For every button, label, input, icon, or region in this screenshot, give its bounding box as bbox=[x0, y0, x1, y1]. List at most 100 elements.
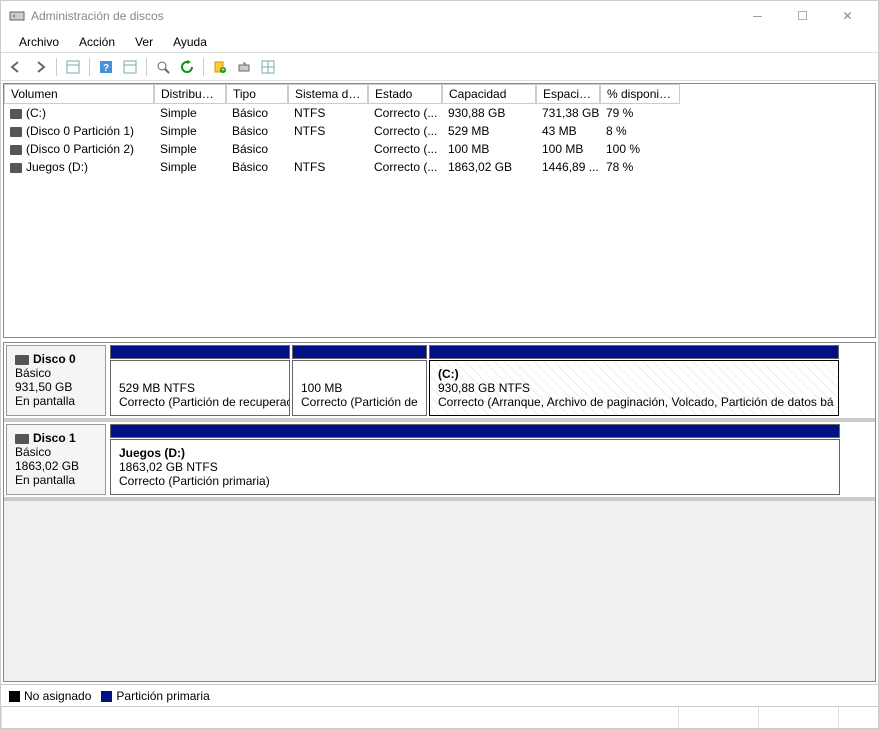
partition-title: (C:) bbox=[438, 367, 830, 381]
app-icon bbox=[9, 8, 25, 24]
volume-capacity: 930,88 GB bbox=[442, 105, 536, 121]
col-volume[interactable]: Volumen bbox=[4, 84, 154, 104]
volume-layout: Simple bbox=[154, 159, 226, 175]
volume-type: Básico bbox=[226, 159, 288, 175]
volume-icon bbox=[10, 127, 22, 137]
volume-list[interactable]: Volumen Distribución Tipo Sistema de ...… bbox=[3, 83, 876, 338]
volume-name: (Disco 0 Partición 1) bbox=[26, 124, 134, 138]
partition-header-stripe bbox=[292, 345, 427, 359]
partition-box[interactable]: Juegos (D:)1863,02 GB NTFSCorrecto (Part… bbox=[110, 439, 840, 495]
back-button[interactable] bbox=[5, 56, 27, 78]
menu-action[interactable]: Acción bbox=[69, 33, 125, 51]
menu-view[interactable]: Ver bbox=[125, 33, 163, 51]
disk-size: 1863,02 GB bbox=[15, 459, 97, 473]
new-button[interactable]: + bbox=[209, 56, 231, 78]
close-button[interactable]: ✕ bbox=[825, 1, 870, 31]
partition-box[interactable]: (C:)930,88 GB NTFSCorrecto (Arranque, Ar… bbox=[429, 360, 839, 416]
maximize-button[interactable]: ☐ bbox=[780, 1, 825, 31]
volume-capacity: 100 MB bbox=[442, 141, 536, 157]
partition-box[interactable]: 100 MBCorrecto (Partición de bbox=[292, 360, 427, 416]
disk-name: Disco 1 bbox=[33, 431, 76, 445]
window-title: Administración de discos bbox=[31, 9, 735, 23]
disk-size: 931,50 GB bbox=[15, 380, 97, 394]
volume-layout: Simple bbox=[154, 123, 226, 139]
legend-unallocated: No asignado bbox=[24, 689, 91, 703]
volume-status: Correcto (... bbox=[368, 105, 442, 121]
col-capacity[interactable]: Capacidad bbox=[442, 84, 536, 104]
menu-file[interactable]: Archivo bbox=[9, 33, 69, 51]
view-button-1[interactable] bbox=[62, 56, 84, 78]
volume-row[interactable]: (Disco 0 Partición 2)SimpleBásicoCorrect… bbox=[4, 140, 875, 158]
partition-status: Correcto (Arranque, Archivo de paginació… bbox=[438, 395, 830, 409]
volume-status: Correcto (... bbox=[368, 123, 442, 139]
volume-type: Básico bbox=[226, 123, 288, 139]
legend-swatch-primary bbox=[101, 691, 112, 702]
disk-partitions: 529 MB NTFSCorrecto (Partición de recupe… bbox=[108, 343, 875, 418]
col-free[interactable]: Espacio ... bbox=[536, 84, 600, 104]
volume-row[interactable]: Juegos (D:)SimpleBásicoNTFSCorrecto (...… bbox=[4, 158, 875, 176]
volume-fs: NTFS bbox=[288, 123, 368, 139]
disk-management-window: Administración de discos ─ ☐ ✕ Archivo A… bbox=[0, 0, 879, 729]
col-layout[interactable]: Distribución bbox=[154, 84, 226, 104]
volume-icon bbox=[10, 145, 22, 155]
volume-name: Juegos (D:) bbox=[26, 160, 88, 174]
volume-capacity: 529 MB bbox=[442, 123, 536, 139]
disk-row: Disco 1Básico1863,02 GBEn pantallaJuegos… bbox=[4, 422, 875, 501]
volume-fs bbox=[288, 141, 368, 157]
volume-list-header: Volumen Distribución Tipo Sistema de ...… bbox=[4, 84, 875, 104]
volume-pct: 100 % bbox=[600, 141, 680, 157]
disk-icon bbox=[15, 355, 29, 365]
titlebar: Administración de discos ─ ☐ ✕ bbox=[1, 1, 878, 31]
partition-size: 100 MB bbox=[301, 381, 418, 395]
svg-text:?: ? bbox=[103, 63, 109, 74]
volume-type: Básico bbox=[226, 105, 288, 121]
disk-type: Básico bbox=[15, 445, 97, 459]
properties-button[interactable] bbox=[257, 56, 279, 78]
volume-free: 731,38 GB bbox=[536, 105, 600, 121]
volume-icon bbox=[10, 163, 22, 173]
partition-header-stripe bbox=[110, 345, 290, 359]
menu-help[interactable]: Ayuda bbox=[163, 33, 217, 51]
search-button[interactable] bbox=[152, 56, 174, 78]
volume-name: (Disco 0 Partición 2) bbox=[26, 142, 134, 156]
minimize-button[interactable]: ─ bbox=[735, 1, 780, 31]
help-button[interactable]: ? bbox=[95, 56, 117, 78]
volume-free: 43 MB bbox=[536, 123, 600, 139]
rescan-button[interactable] bbox=[233, 56, 255, 78]
col-status[interactable]: Estado bbox=[368, 84, 442, 104]
col-pctfree[interactable]: % disponible bbox=[600, 84, 680, 104]
toolbar: ? + bbox=[1, 53, 878, 81]
partition-box[interactable]: 529 MB NTFSCorrecto (Partición de recupe… bbox=[110, 360, 290, 416]
volume-layout: Simple bbox=[154, 141, 226, 157]
disk-info[interactable]: Disco 0Básico931,50 GBEn pantalla bbox=[6, 345, 106, 416]
volume-row[interactable]: (C:)SimpleBásicoNTFSCorrecto (...930,88 … bbox=[4, 104, 875, 122]
volume-free: 1446,89 ... bbox=[536, 159, 600, 175]
partition-status: Correcto (Partición de bbox=[301, 395, 418, 409]
volume-pct: 78 % bbox=[600, 159, 680, 175]
disk-info[interactable]: Disco 1Básico1863,02 GBEn pantalla bbox=[6, 424, 106, 495]
legend: No asignado Partición primaria bbox=[1, 684, 878, 706]
volume-status: Correcto (... bbox=[368, 159, 442, 175]
volume-free: 100 MB bbox=[536, 141, 600, 157]
disk-row: Disco 0Básico931,50 GBEn pantalla529 MB … bbox=[4, 343, 875, 422]
menubar: Archivo Acción Ver Ayuda bbox=[1, 31, 878, 53]
statusbar bbox=[1, 706, 878, 728]
disk-name: Disco 0 bbox=[33, 352, 76, 366]
col-type[interactable]: Tipo bbox=[226, 84, 288, 104]
disk-panel[interactable]: Disco 0Básico931,50 GBEn pantalla529 MB … bbox=[3, 342, 876, 682]
partition-status: Correcto (Partición de recuperac bbox=[119, 395, 281, 409]
partition-size: 930,88 GB NTFS bbox=[438, 381, 830, 395]
partition-header-stripe bbox=[429, 345, 839, 359]
disk-partitions: Juegos (D:)1863,02 GB NTFSCorrecto (Part… bbox=[108, 422, 875, 497]
volume-capacity: 1863,02 GB bbox=[442, 159, 536, 175]
volume-row[interactable]: (Disco 0 Partición 1) SimpleBásicoNTFSCor… bbox=[4, 122, 875, 140]
partition-title: Juegos (D:) bbox=[119, 446, 831, 460]
refresh-button[interactable] bbox=[176, 56, 198, 78]
view-button-2[interactable] bbox=[119, 56, 141, 78]
col-fs[interactable]: Sistema de ... bbox=[288, 84, 368, 104]
partition-size: 529 MB NTFS bbox=[119, 381, 281, 395]
legend-swatch-unallocated bbox=[9, 691, 20, 702]
disk-type: Básico bbox=[15, 366, 97, 380]
volume-type: Básico bbox=[226, 141, 288, 157]
forward-button[interactable] bbox=[29, 56, 51, 78]
